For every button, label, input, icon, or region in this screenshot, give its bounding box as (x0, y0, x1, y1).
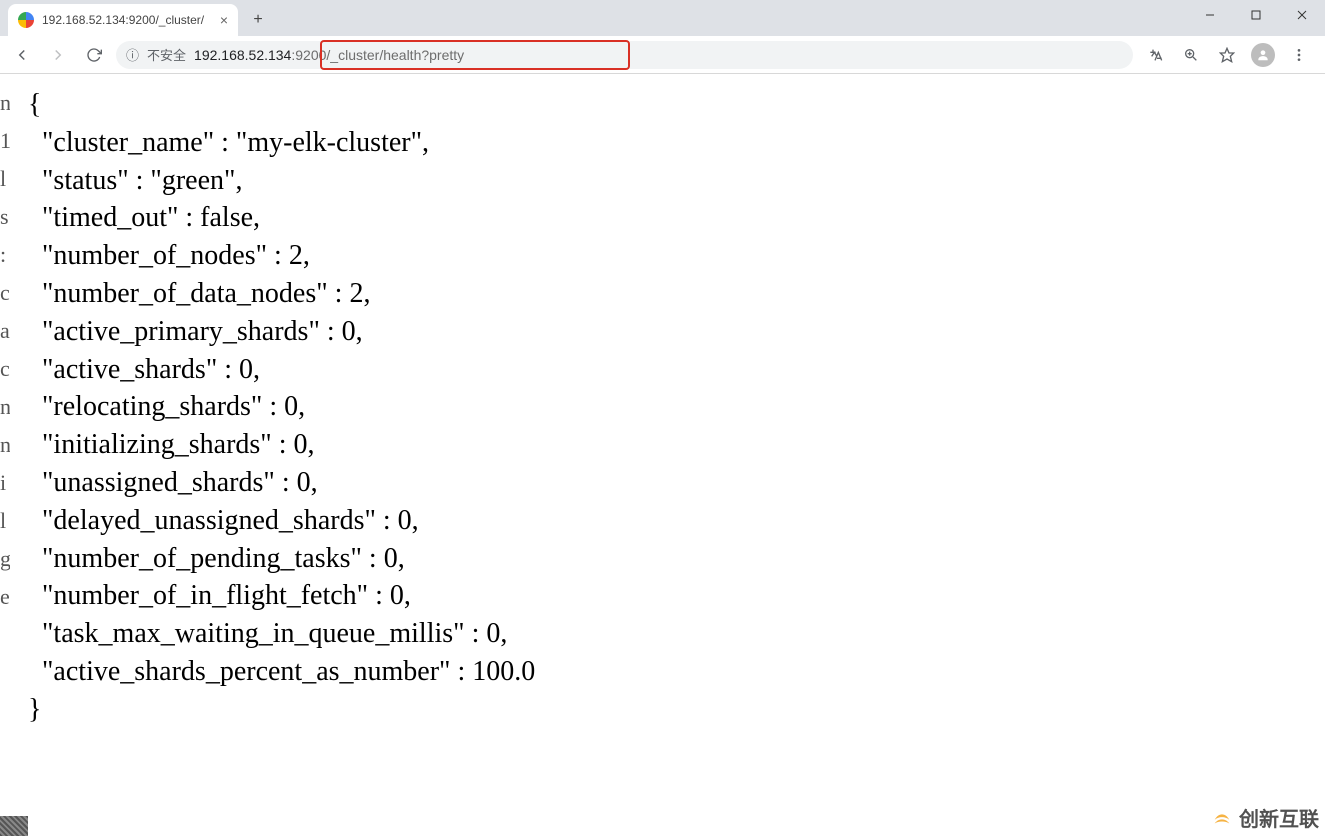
watermark: 创新互联 (1211, 803, 1319, 832)
window-controls (1187, 0, 1325, 30)
tab-title: 192.168.52.134:9200/_cluster/ (42, 13, 212, 27)
not-secure-label: 不安全 (147, 45, 186, 64)
tab-close-icon[interactable]: × (220, 12, 228, 28)
bookmark-star-icon[interactable] (1213, 41, 1241, 69)
translate-icon[interactable] (1141, 41, 1169, 69)
url-domain: 192.168.52.134 (194, 47, 291, 63)
browser-toolbar: ⓘ 不安全 192.168.52.134:9200/_cluster/healt… (0, 36, 1325, 74)
profile-avatar[interactable] (1249, 41, 1277, 69)
url-path: /_cluster/health?pretty (326, 47, 464, 63)
watermark-text: 创新互联 (1239, 803, 1319, 832)
kebab-menu-icon[interactable] (1285, 41, 1313, 69)
window-maximize-button[interactable] (1233, 0, 1279, 30)
page-json-body: { "cluster_name" : "my-elk-cluster", "st… (0, 74, 1325, 745)
window-close-button[interactable] (1279, 0, 1325, 30)
toolbar-right-icons (1141, 41, 1317, 69)
url-text: 192.168.52.134:9200/_cluster/health?pret… (194, 47, 464, 63)
url-port: :9200 (291, 47, 326, 63)
zoom-icon[interactable] (1177, 41, 1205, 69)
new-tab-button[interactable]: + (244, 6, 272, 34)
watermark-logo-icon (1211, 807, 1233, 829)
reload-button[interactable] (80, 41, 108, 69)
back-button[interactable] (8, 41, 36, 69)
bottom-strip-artifact (0, 816, 28, 836)
window-minimize-button[interactable] (1187, 0, 1233, 30)
site-info-icon[interactable]: ⓘ (126, 45, 139, 64)
forward-button[interactable] (44, 41, 72, 69)
address-bar[interactable]: ⓘ 不安全 192.168.52.134:9200/_cluster/healt… (116, 41, 1133, 69)
browser-tab[interactable]: 192.168.52.134:9200/_cluster/ × (8, 4, 238, 36)
tab-favicon-icon (18, 12, 34, 28)
titlebar: 192.168.52.134:9200/_cluster/ × + (0, 0, 1325, 36)
avatar-icon (1251, 43, 1275, 67)
